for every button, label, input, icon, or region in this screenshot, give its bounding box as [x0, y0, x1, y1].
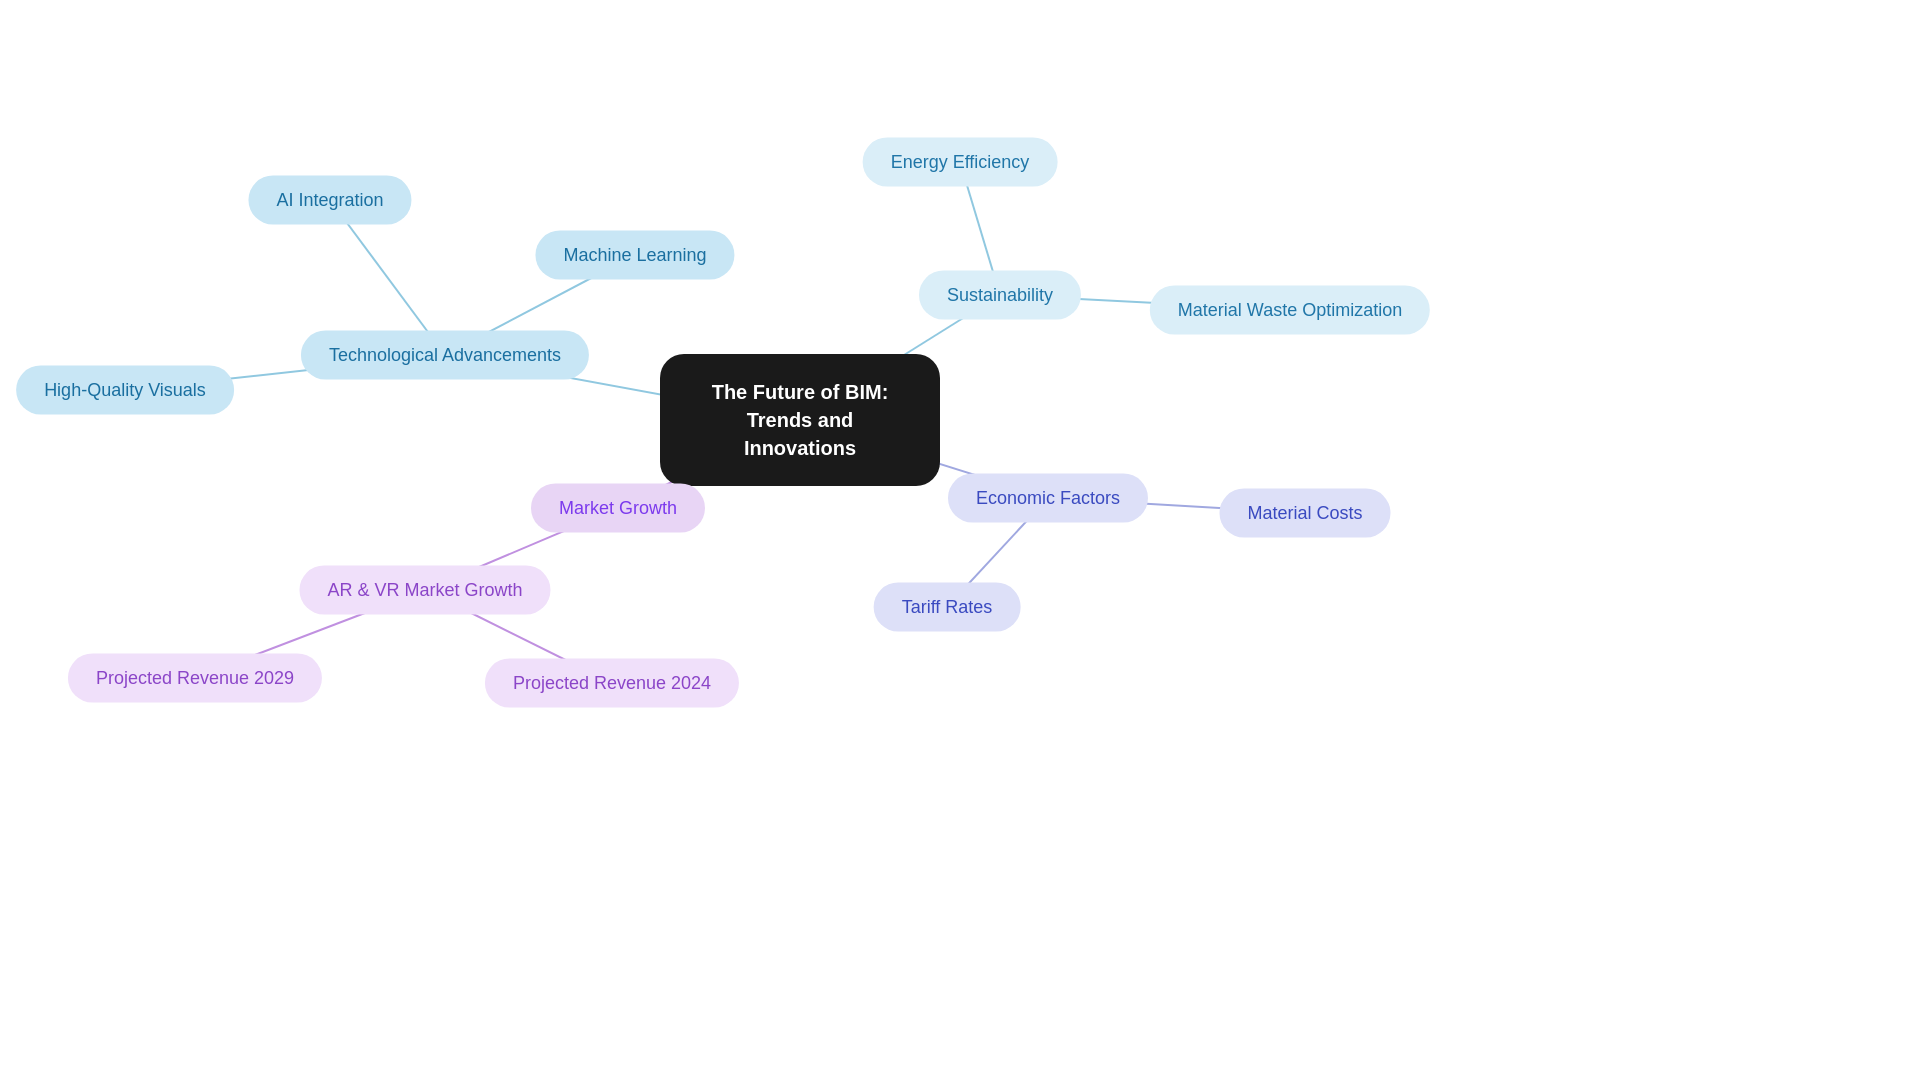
node-energy-efficiency[interactable]: Energy Efficiency [863, 138, 1058, 187]
node-sustainability[interactable]: Sustainability [919, 271, 1081, 320]
node-projected-revenue-2024[interactable]: Projected Revenue 2024 [485, 659, 739, 708]
market-growth-label: Market Growth [559, 498, 677, 519]
node-economic-factors[interactable]: Economic Factors [948, 474, 1148, 523]
sustainability-label: Sustainability [947, 285, 1053, 306]
center-node: The Future of BIM: Trends and Innovation… [660, 354, 940, 486]
machine-learning-label: Machine Learning [563, 245, 706, 266]
node-tariff-rates[interactable]: Tariff Rates [874, 583, 1021, 632]
revenue-2024-label: Projected Revenue 2024 [513, 673, 711, 694]
node-machine-learning[interactable]: Machine Learning [535, 231, 734, 280]
energy-efficiency-label: Energy Efficiency [891, 152, 1030, 173]
node-ai-integration[interactable]: AI Integration [248, 176, 411, 225]
ar-vr-label: AR & VR Market Growth [327, 580, 522, 601]
tech-adv-label: Technological Advancements [329, 345, 561, 366]
node-market-growth[interactable]: Market Growth [531, 484, 705, 533]
ai-integration-label: AI Integration [276, 190, 383, 211]
node-technological-advancements[interactable]: Technological Advancements [301, 331, 589, 380]
material-costs-label: Material Costs [1247, 503, 1362, 524]
high-quality-visuals-label: High-Quality Visuals [44, 380, 206, 401]
node-material-costs[interactable]: Material Costs [1219, 489, 1390, 538]
revenue-2029-label: Projected Revenue 2029 [96, 668, 294, 689]
material-waste-label: Material Waste Optimization [1178, 300, 1402, 321]
node-projected-revenue-2029[interactable]: Projected Revenue 2029 [68, 654, 322, 703]
mindmap-container: The Future of BIM: Trends and Innovation… [0, 0, 1920, 1083]
center-label: The Future of BIM: Trends and Innovation… [692, 378, 908, 462]
node-high-quality-visuals[interactable]: High-Quality Visuals [16, 366, 234, 415]
node-ar-vr-market-growth[interactable]: AR & VR Market Growth [299, 566, 550, 615]
tariff-rates-label: Tariff Rates [902, 597, 993, 618]
node-material-waste-optimization[interactable]: Material Waste Optimization [1150, 286, 1430, 335]
economic-factors-label: Economic Factors [976, 488, 1120, 509]
